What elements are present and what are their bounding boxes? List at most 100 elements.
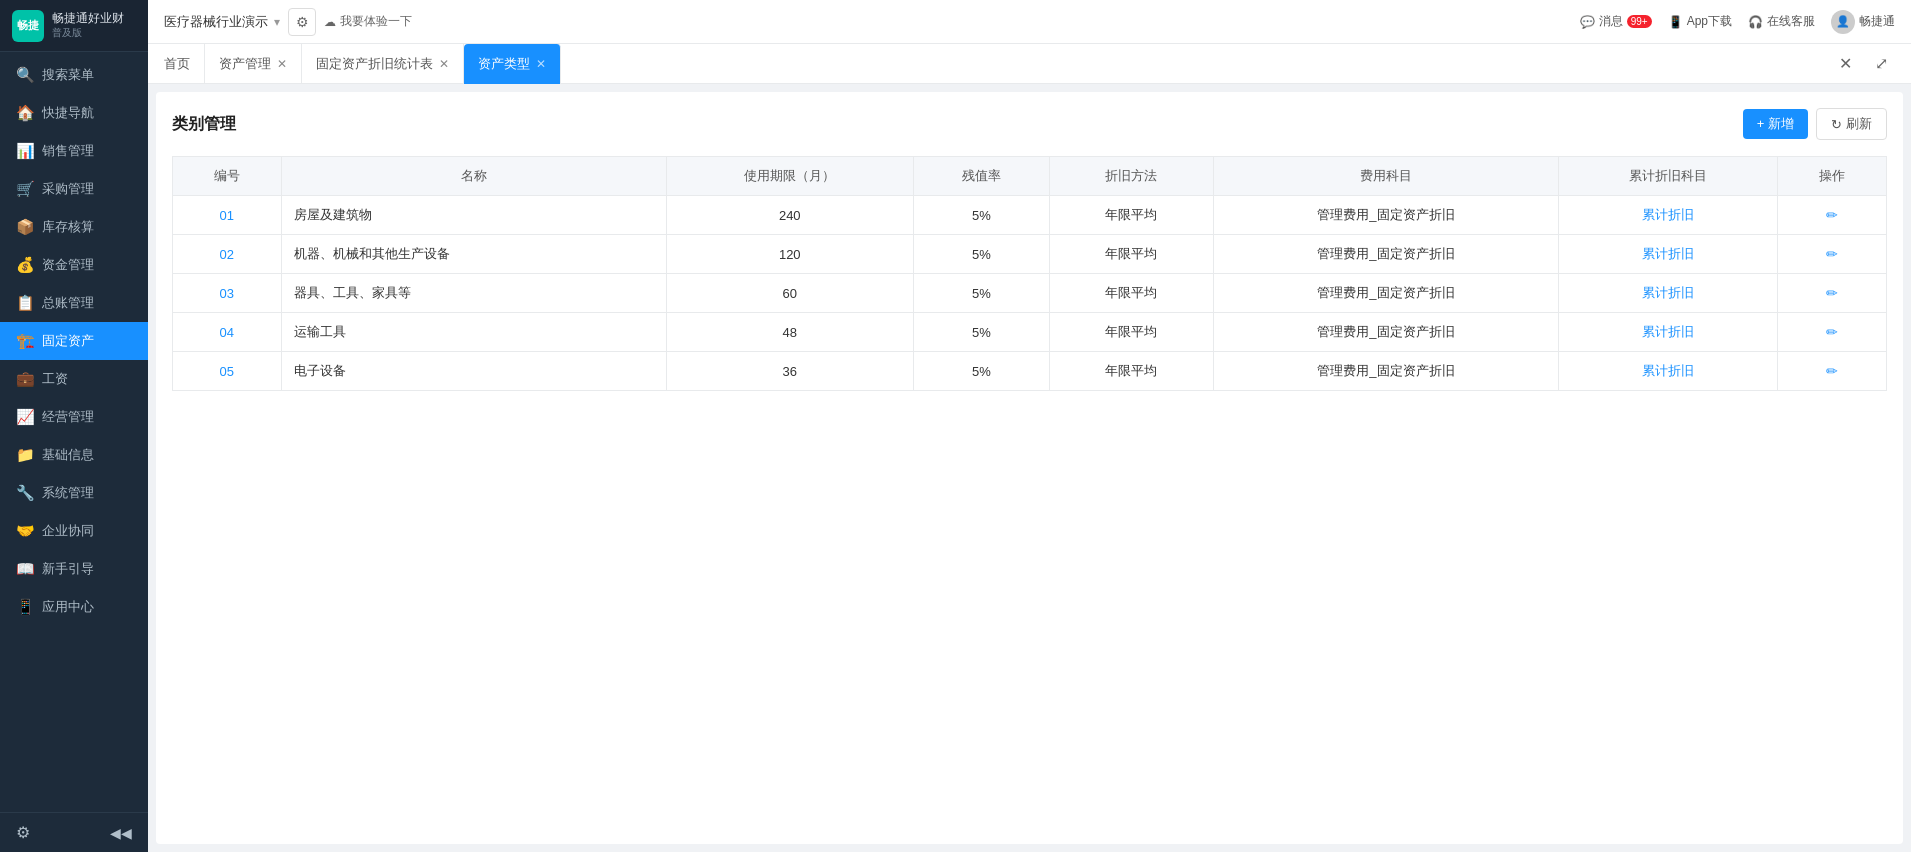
col-header: 操作 <box>1778 157 1887 196</box>
tab-asset-mgmt[interactable]: 资产管理✕ <box>205 44 302 84</box>
sidebar-item-label: 新手引导 <box>42 560 94 578</box>
sidebar-item-sales[interactable]: 📊销售管理 <box>0 132 148 170</box>
row-actions[interactable]: ✏ <box>1778 313 1887 352</box>
settings-icon[interactable]: ⚙ <box>16 823 30 842</box>
edit-icon[interactable]: ✏ <box>1826 285 1838 301</box>
row-code: 03 <box>173 274 282 313</box>
inventory-icon: 📦 <box>16 218 34 236</box>
sidebar-item-operations[interactable]: 📈经营管理 <box>0 398 148 436</box>
row-actions[interactable]: ✏ <box>1778 235 1887 274</box>
sidebar-item-label: 快捷导航 <box>42 104 94 122</box>
sidebar-item-enterprise[interactable]: 🤝企业协同 <box>0 512 148 550</box>
sidebar-item-label: 固定资产 <box>42 332 94 350</box>
sidebar-item-basic-info[interactable]: 📁基础信息 <box>0 436 148 474</box>
row-depreciation-method: 年限平均 <box>1049 196 1213 235</box>
sidebar-item-system[interactable]: 🔧系统管理 <box>0 474 148 512</box>
row-name: 机器、机械和其他生产设备 <box>281 235 666 274</box>
collapse-icon[interactable]: ◀◀ <box>110 825 132 841</box>
sidebar-item-label: 总账管理 <box>42 294 94 312</box>
sidebar-item-guide[interactable]: 📖新手引导 <box>0 550 148 588</box>
experience-text: 我要体验一下 <box>340 13 412 30</box>
user-avatar-icon: 👤 <box>1831 10 1855 34</box>
app-version: 普及版 <box>52 26 124 40</box>
fullscreen-button[interactable]: ⤢ <box>1867 50 1895 78</box>
tab-actions: ✕ ⤢ <box>1831 50 1895 78</box>
sidebar-item-label: 采购管理 <box>42 180 94 198</box>
close-tab-asset-mgmt-icon[interactable]: ✕ <box>277 57 287 71</box>
refresh-label: 刷新 <box>1846 115 1872 133</box>
sidebar-item-label: 应用中心 <box>42 598 94 616</box>
col-header: 折旧方法 <box>1049 157 1213 196</box>
tab-depreciation[interactable]: 固定资产折旧统计表 ✕ <box>302 44 464 84</box>
close-tab-button[interactable]: ✕ <box>1831 50 1859 78</box>
table-row: 01 房屋及建筑物 240 5% 年限平均 管理费用_固定资产折旧 累计折旧 ✏ <box>173 196 1887 235</box>
sidebar-bottom: ⚙ ◀◀ <box>0 812 148 852</box>
refresh-icon: ↻ <box>1831 117 1842 132</box>
app-download-label: App下载 <box>1687 13 1732 30</box>
purchase-icon: 🛒 <box>16 180 34 198</box>
tab-home[interactable]: 首页 <box>164 44 205 84</box>
message-badge: 99+ <box>1627 15 1652 28</box>
content-actions: + 新增 ↻ 刷新 <box>1743 108 1887 140</box>
tab-label-asset-type: 资产类型 <box>478 55 530 73</box>
message-icon: 💬 <box>1580 15 1595 29</box>
edit-icon[interactable]: ✏ <box>1826 363 1838 379</box>
user-menu[interactable]: 👤 畅捷通 <box>1831 10 1895 34</box>
row-depreciation-method: 年限平均 <box>1049 235 1213 274</box>
sidebar-item-label: 工资 <box>42 370 68 388</box>
search-icon: 🔍 <box>16 66 34 84</box>
tab-label-depreciation: 固定资产折旧统计表 <box>316 55 433 73</box>
row-residual-rate: 5% <box>913 352 1049 391</box>
sidebar-item-fixed-assets[interactable]: 🏗️ 固定资产 <box>0 322 148 360</box>
content-header: 类别管理 + 新增 ↻ 刷新 <box>172 108 1887 140</box>
messages-button[interactable]: 💬 消息 99+ <box>1580 13 1652 30</box>
sidebar-item-app-center[interactable]: 📱应用中心 <box>0 588 148 626</box>
topbar-right: 💬 消息 99+ 📱 App下载 🎧 在线客服 👤 畅捷通 <box>1580 10 1895 34</box>
refresh-button[interactable]: ↻ 刷新 <box>1816 108 1887 140</box>
row-residual-rate: 5% <box>913 274 1049 313</box>
row-residual-rate: 5% <box>913 235 1049 274</box>
customer-service-button[interactable]: 🎧 在线客服 <box>1748 13 1815 30</box>
app-download-button[interactable]: 📱 App下载 <box>1668 13 1732 30</box>
close-tab-depreciation-icon[interactable]: ✕ <box>439 57 449 71</box>
enterprise-icon: 🤝 <box>16 522 34 540</box>
tab-label-home: 首页 <box>164 55 190 73</box>
row-actions[interactable]: ✏ <box>1778 352 1887 391</box>
col-header: 残值率 <box>913 157 1049 196</box>
edit-icon[interactable]: ✏ <box>1826 207 1838 223</box>
experience-button[interactable]: ☁ 我要体验一下 <box>324 13 412 30</box>
row-residual-rate: 5% <box>913 196 1049 235</box>
close-tab-asset-type-icon[interactable]: ✕ <box>536 57 546 71</box>
row-period: 240 <box>666 196 913 235</box>
col-header: 编号 <box>173 157 282 196</box>
row-period: 36 <box>666 352 913 391</box>
edit-icon[interactable]: ✏ <box>1826 324 1838 340</box>
table-row: 02 机器、机械和其他生产设备 120 5% 年限平均 管理费用_固定资产折旧 … <box>173 235 1887 274</box>
sidebar-item-purchase[interactable]: 🛒 采购管理 <box>0 170 148 208</box>
col-header: 名称 <box>281 157 666 196</box>
row-expense-subject: 管理费用_固定资产折旧 <box>1213 274 1558 313</box>
row-name: 房屋及建筑物 <box>281 196 666 235</box>
new-button[interactable]: + 新增 <box>1743 109 1808 139</box>
username-label: 畅捷通 <box>1859 13 1895 30</box>
edit-icon[interactable]: ✏ <box>1826 246 1838 262</box>
sidebar-item-payroll[interactable]: 💼工资 <box>0 360 148 398</box>
fixed-assets-icon: 🏗️ <box>16 332 34 350</box>
sidebar: 畅捷 畅捷通好业财 普及版 🔍搜索菜单🏠快捷导航📊销售管理🛒采购管理📦库存核算💰… <box>0 0 148 852</box>
sidebar-item-ledger[interactable]: 📋总账管理 <box>0 284 148 322</box>
row-name: 器具、工具、家具等 <box>281 274 666 313</box>
row-code: 02 <box>173 235 282 274</box>
col-header: 使用期限（月） <box>666 157 913 196</box>
row-accumulated-subject: 累计折旧 <box>1559 196 1778 235</box>
sidebar-item-capital[interactable]: 💰资金管理 <box>0 246 148 284</box>
quick-nav-icon: 🏠 <box>16 104 34 122</box>
row-actions[interactable]: ✏ <box>1778 274 1887 313</box>
sidebar-item-inventory[interactable]: 📦库存核算 <box>0 208 148 246</box>
row-actions[interactable]: ✏ <box>1778 196 1887 235</box>
tab-asset-type[interactable]: 资产类型 ✕ <box>464 44 561 84</box>
sidebar-nav: 🔍搜索菜单 🏠 快捷导航 📊销售管理 🛒 采购管理 📦库存核算💰资金管理📋总账管理 🏗️ 固定资… <box>0 52 148 812</box>
sidebar-item-quick-nav[interactable]: 🏠 快捷导航 <box>0 94 148 132</box>
settings-button[interactable]: ⚙ <box>288 8 316 36</box>
sidebar-item-search[interactable]: 🔍搜索菜单 <box>0 56 148 94</box>
customer-service-label: 在线客服 <box>1767 13 1815 30</box>
